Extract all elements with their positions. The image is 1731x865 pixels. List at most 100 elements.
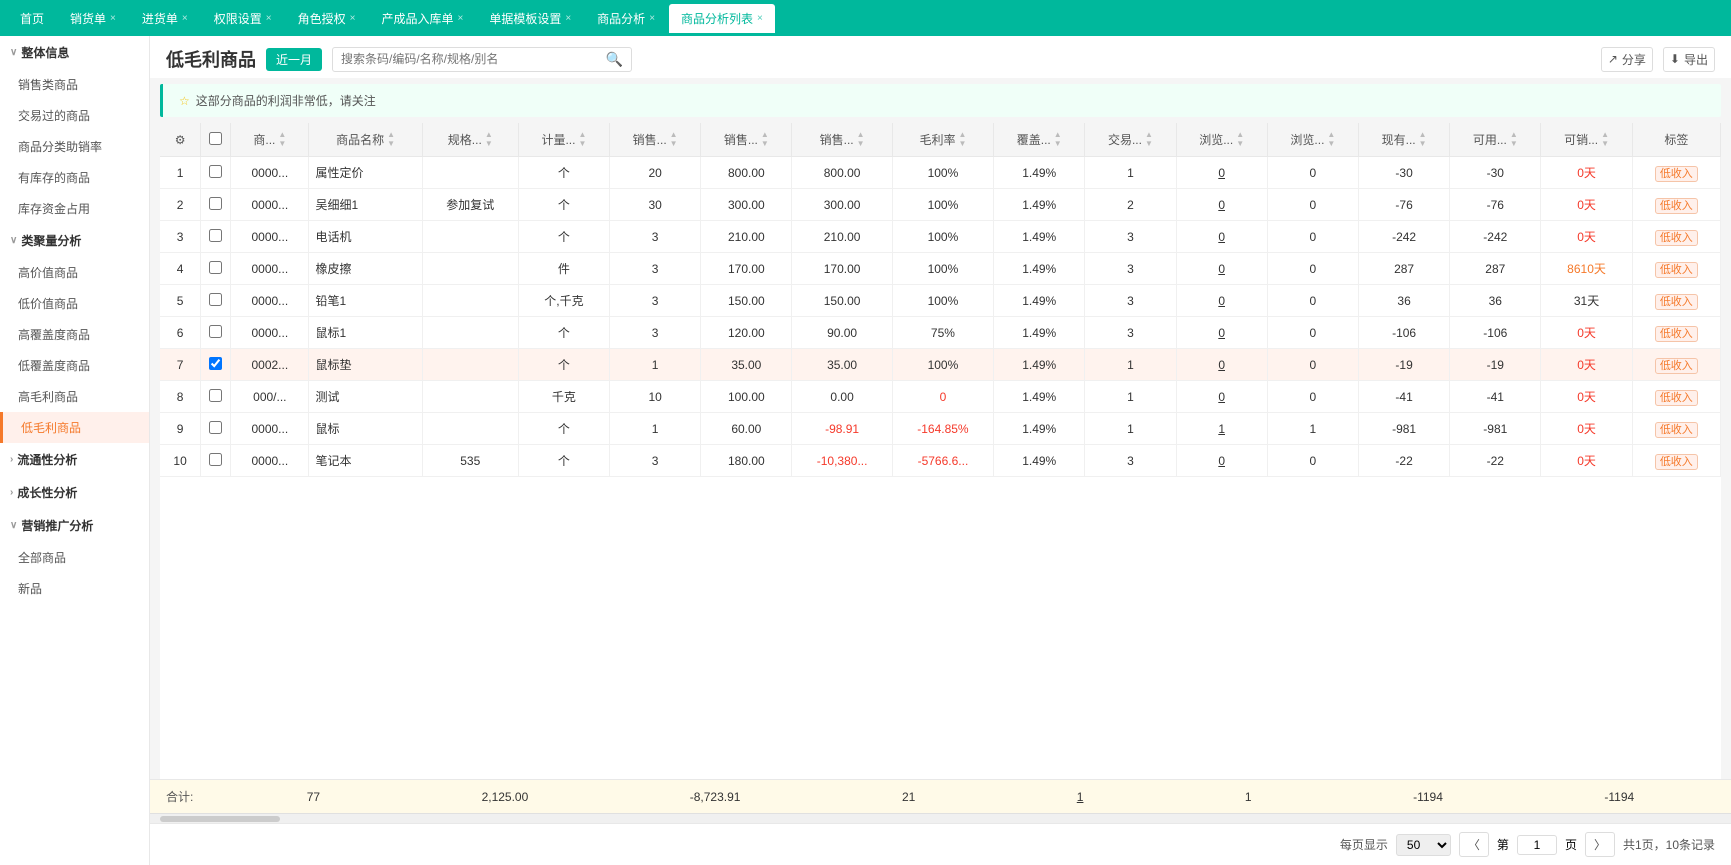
sidebar-group-marketing[interactable]: ∨ 营销推广分析 (0, 509, 149, 542)
col-current-stock[interactable]: 现有...▲▼ (1358, 123, 1449, 157)
col-code[interactable]: 商...▲▼ (231, 123, 309, 157)
col-available[interactable]: 可用...▲▼ (1450, 123, 1541, 157)
row-checkbox-cell[interactable] (201, 317, 231, 349)
row-browse1[interactable]: 0 (1176, 317, 1267, 349)
row-checkbox[interactable] (209, 453, 222, 466)
row-browse1[interactable]: 0 (1176, 157, 1267, 189)
sidebar-item-category-rate[interactable]: 商品分类助销率 (0, 131, 149, 162)
search-input[interactable] (341, 52, 606, 66)
nav-sales[interactable]: 销货单 × (58, 4, 128, 33)
nav-role[interactable]: 角色授权 × (286, 4, 368, 33)
row-browse1[interactable]: 0 (1176, 253, 1267, 285)
sum-browse1[interactable]: 1 (1071, 790, 1090, 804)
col-sales-qty[interactable]: 销售...▲▼ (610, 123, 701, 157)
row-checkbox-cell[interactable] (201, 253, 231, 285)
sidebar-item-traded-goods[interactable]: 交易过的商品 (0, 100, 149, 131)
sidebar-item-low-value[interactable]: 低价值商品 (0, 288, 149, 319)
nav-product-in-close[interactable]: × (457, 13, 463, 24)
row-browse1[interactable]: 0 (1176, 189, 1267, 221)
table-container[interactable]: ⚙ 商...▲▼ 商品名称▲▼ 规格...▲▼ 计量...▲▼ 销售...▲▼ … (160, 123, 1721, 779)
nav-purchase-close[interactable]: × (182, 13, 188, 24)
per-page-select[interactable]: 50 100 (1396, 834, 1451, 856)
nav-permission[interactable]: 权限设置 × (202, 4, 284, 33)
row-browse1[interactable]: 0 (1176, 285, 1267, 317)
sidebar-group-flow[interactable]: › 流通性分析 (0, 443, 149, 476)
col-spec[interactable]: 规格...▲▼ (422, 123, 518, 157)
export-button[interactable]: ⬇ 导出 (1663, 47, 1715, 72)
col-sellable[interactable]: 可销...▲▼ (1541, 123, 1632, 157)
row-checkbox-cell[interactable] (201, 157, 231, 189)
sidebar-item-sales-goods[interactable]: 销售类商品 (0, 69, 149, 100)
row-checkbox[interactable] (209, 229, 222, 242)
nav-purchase[interactable]: 进货单 × (130, 4, 200, 33)
sidebar-item-high-coverage[interactable]: 高覆盖度商品 (0, 319, 149, 350)
sidebar-item-low-coverage[interactable]: 低覆盖度商品 (0, 350, 149, 381)
col-gross-margin[interactable]: 毛利率▲▼ (892, 123, 993, 157)
search-icon[interactable]: 🔍 (606, 51, 623, 68)
sidebar-item-high-value[interactable]: 高价值商品 (0, 257, 149, 288)
nav-goods-analysis-list[interactable]: 商品分析列表 × (669, 4, 775, 33)
nav-sales-close[interactable]: × (110, 13, 116, 24)
prev-page-button[interactable]: 〈 (1459, 832, 1489, 857)
nav-template-close[interactable]: × (565, 13, 571, 24)
sidebar-item-capital[interactable]: 库存资金占用 (0, 193, 149, 224)
horizontal-scrollbar[interactable] (150, 813, 1731, 823)
settings-icon[interactable]: ⚙ (175, 133, 186, 147)
filter-recent-month-button[interactable]: 近一月 (266, 48, 322, 71)
col-browse2[interactable]: 浏览...▲▼ (1267, 123, 1358, 157)
sidebar-item-low-margin[interactable]: 低毛利商品 (0, 412, 149, 443)
col-name[interactable]: 商品名称▲▼ (309, 123, 422, 157)
col-settings[interactable]: ⚙ (160, 123, 201, 157)
sidebar-group-growth[interactable]: › 成长性分析 (0, 476, 149, 509)
col-tag[interactable]: 标签 (1632, 123, 1720, 157)
row-browse1[interactable]: 1 (1176, 413, 1267, 445)
row-checkbox[interactable] (209, 325, 222, 338)
row-checkbox-cell[interactable] (201, 221, 231, 253)
nav-goods-analysis-list-close[interactable]: × (757, 13, 763, 24)
next-page-button[interactable]: 〉 (1585, 832, 1615, 857)
sidebar-item-new-goods[interactable]: 新品 (0, 573, 149, 604)
sidebar-item-stock-goods[interactable]: 有库存的商品 (0, 162, 149, 193)
sidebar-item-high-margin[interactable]: 高毛利商品 (0, 381, 149, 412)
nav-goods-analysis-close[interactable]: × (649, 13, 655, 24)
row-checkbox-cell[interactable] (201, 445, 231, 477)
nav-role-close[interactable]: × (350, 13, 356, 24)
row-checkbox-cell[interactable] (201, 189, 231, 221)
scroll-thumb[interactable] (160, 816, 280, 822)
col-checkbox[interactable] (201, 123, 231, 157)
nav-permission-close[interactable]: × (266, 13, 272, 24)
row-checkbox[interactable] (209, 165, 222, 178)
nav-home[interactable]: 首页 (8, 4, 56, 33)
sidebar-group-cluster[interactable]: ∨ 类聚量分析 (0, 224, 149, 257)
nav-goods-analysis[interactable]: 商品分析 × (585, 4, 667, 33)
col-sales-price[interactable]: 销售...▲▼ (701, 123, 792, 157)
row-checkbox[interactable] (209, 357, 222, 370)
row-checkbox[interactable] (209, 389, 222, 402)
col-browse1[interactable]: 浏览...▲▼ (1176, 123, 1267, 157)
sidebar-group-overall[interactable]: ∨ 整体信息 (0, 36, 149, 69)
row-checkbox[interactable] (209, 293, 222, 306)
row-checkbox[interactable] (209, 421, 222, 434)
col-transaction[interactable]: 交易...▲▼ (1085, 123, 1176, 157)
share-button[interactable]: ↗ 分享 (1601, 47, 1653, 72)
nav-template[interactable]: 单据模板设置 × (477, 4, 583, 33)
row-checkbox-cell[interactable] (201, 349, 231, 381)
row-browse1[interactable]: 0 (1176, 221, 1267, 253)
col-unit[interactable]: 计量...▲▼ (518, 123, 609, 157)
row-checkbox[interactable] (209, 197, 222, 210)
col-coverage[interactable]: 覆盖...▲▼ (994, 123, 1085, 157)
table-row: 6 0000... 鼠标1 个 3 120.00 90.00 75% 1.49%… (160, 317, 1721, 349)
row-checkbox-cell[interactable] (201, 381, 231, 413)
row-sales-qty: 30 (610, 189, 701, 221)
col-sales-amount[interactable]: 销售...▲▼ (792, 123, 892, 157)
row-checkbox-cell[interactable] (201, 413, 231, 445)
row-browse1[interactable]: 0 (1176, 445, 1267, 477)
row-browse1[interactable]: 0 (1176, 381, 1267, 413)
row-checkbox[interactable] (209, 261, 222, 274)
row-browse1[interactable]: 0 (1176, 349, 1267, 381)
sidebar-item-all-goods[interactable]: 全部商品 (0, 542, 149, 573)
page-number-input[interactable] (1517, 835, 1557, 855)
select-all-checkbox[interactable] (209, 132, 222, 145)
row-checkbox-cell[interactable] (201, 285, 231, 317)
nav-product-in[interactable]: 产成品入库单 × (369, 4, 475, 33)
